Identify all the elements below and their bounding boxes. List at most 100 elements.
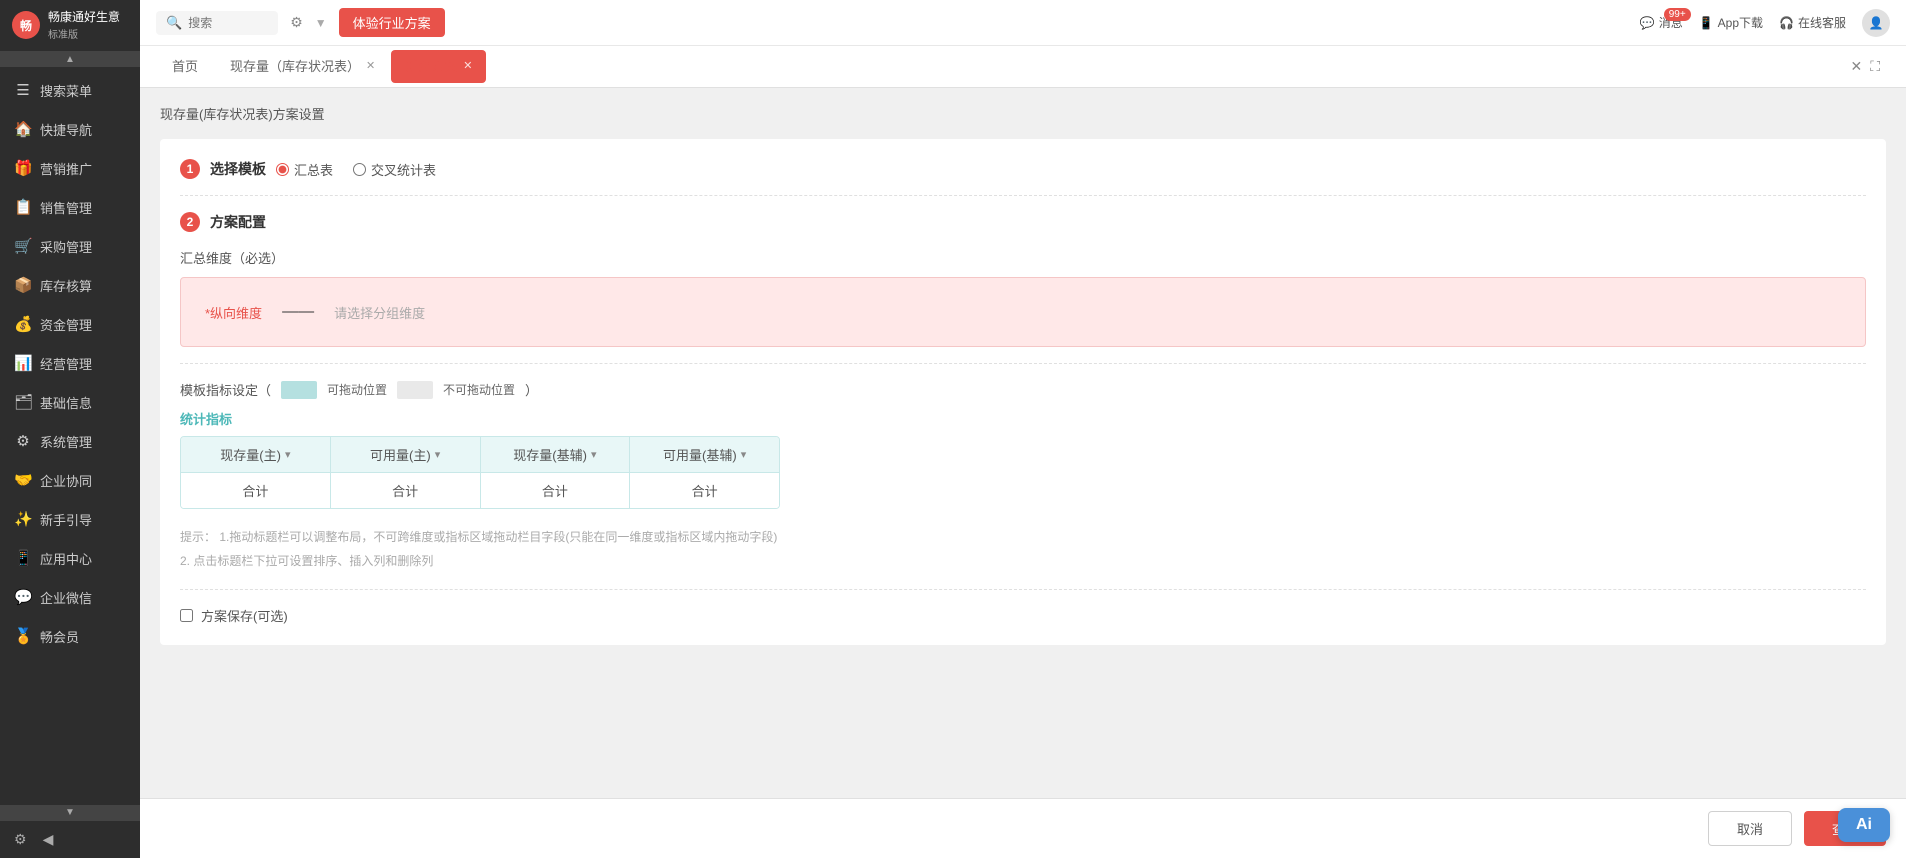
step1-title: 选择模板 — [210, 159, 266, 179]
wechat-icon: 💬 — [14, 588, 32, 606]
radio-cross-input[interactable] — [353, 163, 366, 176]
stats-col-3-label: 现存量(基辅) — [513, 445, 587, 464]
sidebar-item-label: 采购管理 — [40, 237, 92, 256]
sidebar-item-operation[interactable]: 📊 经营管理 — [0, 344, 140, 383]
stats-col-2-data: 合计 — [331, 472, 481, 508]
sidebar-item-sales[interactable]: 📋 销售管理 — [0, 188, 140, 227]
sidebar-item-cooperation[interactable]: 🤝 企业协同 — [0, 461, 140, 500]
sidebar-item-search-menu[interactable]: ☰ 搜索菜单 — [0, 71, 140, 110]
sidebar-item-label: 资金管理 — [40, 315, 92, 334]
step-divider-2 — [180, 363, 1866, 364]
phone-icon: 📱 — [1699, 16, 1714, 30]
chevron-down-icon-3: ▾ — [591, 448, 597, 461]
save-divider — [180, 589, 1866, 590]
search-icon: 🔍 — [166, 15, 182, 31]
sidebar-item-label: 企业微信 — [40, 588, 92, 607]
tab-home[interactable]: 首页 — [156, 46, 214, 87]
search-input[interactable] — [188, 16, 268, 30]
dimension-box: *纵向维度 —— 请选择分组维度 — [180, 277, 1866, 347]
tab-new-plan[interactable]: 新建方案 ✕ — [391, 50, 486, 83]
sidebar-item-label: 系统管理 — [40, 432, 92, 451]
save-checkbox[interactable] — [180, 609, 193, 622]
gear-icon[interactable]: ⚙ — [290, 14, 303, 31]
window-close-button[interactable]: ✕ — [1850, 58, 1862, 75]
logo-badge: 标准版 — [48, 26, 120, 41]
dimension-label: 汇总维度（必选） — [180, 248, 1866, 267]
no-drag-indicator — [397, 381, 433, 399]
settings-footer-icon[interactable]: ⚙ — [14, 831, 27, 848]
sales-icon: 📋 — [14, 198, 32, 216]
stats-col-2-sub: 合计 — [392, 481, 418, 500]
stats-col-4-header[interactable]: 可用量(基辅) ▾ — [630, 437, 779, 472]
step1-header: 1 选择模板 汇总表 交叉统计表 — [180, 159, 1866, 179]
dropdown-icon[interactable]: ▼ — [315, 16, 327, 30]
online-service-button[interactable]: 🎧 在线客服 — [1779, 14, 1846, 31]
stats-col-3-header[interactable]: 现存量(基辅) ▾ — [481, 437, 631, 472]
template-setting-label: 模板指标设定（ 可拖动位置 不可拖动位置 ） — [180, 380, 1866, 399]
window-expand-button[interactable]: ⛶ — [1870, 58, 1880, 75]
dimension-required-label: *纵向维度 — [205, 303, 262, 322]
tip-2: 2. 点击标题栏下拉可设置排序、插入列和删除列 — [180, 549, 1866, 573]
sidebar-item-basic-info[interactable]: 🗂 基础信息 — [0, 383, 140, 422]
settings-card: 1 选择模板 汇总表 交叉统计表 2 方案配置 — [160, 139, 1886, 645]
sidebar-nav: ☰ 搜索菜单 🏠 快捷导航 🎁 营销推广 📋 销售管理 🛒 采购管理 📦 库存核… — [0, 67, 140, 805]
step-divider-1 — [180, 195, 1866, 196]
member-icon: 🏅 — [14, 627, 32, 645]
radio-summary-input[interactable] — [276, 163, 289, 176]
sidebar-item-quick-nav[interactable]: 🏠 快捷导航 — [0, 110, 140, 149]
cancel-button[interactable]: 取消 — [1708, 811, 1792, 846]
sidebar-item-finance[interactable]: 💰 资金管理 — [0, 305, 140, 344]
sidebar-scroll-down[interactable]: ▼ — [0, 805, 140, 820]
radio-cross[interactable]: 交叉统计表 — [353, 160, 436, 179]
sidebar-item-system[interactable]: ⚙ 系统管理 — [0, 422, 140, 461]
collapse-icon[interactable]: ◀ — [43, 831, 54, 848]
stats-col-1-label: 现存量(主) — [220, 445, 281, 464]
tab-inventory[interactable]: 现存量（库存状况表） ✕ — [214, 46, 391, 87]
stats-data-row: 合计 合计 合计 合计 — [181, 472, 779, 508]
step2-header: 2 方案配置 — [180, 212, 1866, 232]
sidebar-item-label: 快捷导航 — [40, 120, 92, 139]
sidebar-scroll-up[interactable]: ▲ — [0, 52, 140, 67]
sidebar: 畅 畅康通好生意 标准版 ▲ ☰ 搜索菜单 🏠 快捷导航 🎁 营销推广 📋 销售… — [0, 0, 140, 858]
user-avatar[interactable]: 👤 — [1862, 9, 1890, 37]
money-icon: 💰 — [14, 315, 32, 333]
stats-col-1-header[interactable]: 现存量(主) ▾ — [181, 437, 331, 472]
stats-col-3-sub: 合计 — [542, 481, 568, 500]
chevron-down-icon-2: ▾ — [435, 448, 441, 461]
avatar: 👤 — [1862, 9, 1890, 37]
sidebar-item-purchase[interactable]: 🛒 采购管理 — [0, 227, 140, 266]
search-bar[interactable]: 🔍 — [156, 11, 278, 35]
sidebar-item-guide[interactable]: ✨ 新手引导 — [0, 500, 140, 539]
app-icon: 📱 — [14, 549, 32, 567]
stats-table: 现存量(主) ▾ 可用量(主) ▾ 现存量(基辅) ▾ 可用量(基辅) ▾ — [180, 436, 780, 509]
radio-summary[interactable]: 汇总表 — [276, 160, 333, 179]
industry-plan-button[interactable]: 体验行业方案 — [339, 8, 445, 37]
sidebar-item-wechat[interactable]: 💬 企业微信 — [0, 578, 140, 617]
stats-col-1-data: 合计 — [181, 472, 331, 508]
sidebar-item-inventory[interactable]: 📦 库存核算 — [0, 266, 140, 305]
message-badge: 99+ — [1664, 8, 1691, 21]
content-area: 现存量(库存状况表)方案设置 1 选择模板 汇总表 交叉统计表 — [140, 88, 1906, 798]
tab-inventory-close[interactable]: ✕ — [366, 59, 375, 72]
step1-badge: 1 — [180, 159, 200, 179]
message-button[interactable]: 💬 消息 99+ — [1640, 14, 1683, 31]
app-download-button[interactable]: 📱 App下载 — [1699, 14, 1763, 31]
sidebar-item-member[interactable]: 🏅 畅会员 — [0, 617, 140, 656]
stats-col-3-data: 合计 — [481, 472, 631, 508]
stats-col-2-header[interactable]: 可用量(主) ▾ — [331, 437, 481, 472]
topbar-actions: 💬 消息 99+ 📱 App下载 🎧 在线客服 👤 — [1640, 9, 1890, 37]
sidebar-item-marketing[interactable]: 🎁 营销推广 — [0, 149, 140, 188]
service-icon: 🎧 — [1779, 16, 1794, 30]
tab-inventory-label: 现存量（库存状况表） — [230, 56, 360, 75]
tab-new-close[interactable]: ✕ — [463, 59, 472, 72]
tab-home-label: 首页 — [172, 56, 198, 75]
template-setting-text: 模板指标设定（ — [180, 380, 271, 399]
tip-1: 提示： 1.拖动标题栏可以调整布局，不可跨维度或指标区域拖动栏目字段(只能在同一… — [180, 525, 1866, 549]
sidebar-item-app-center[interactable]: 📱 应用中心 — [0, 539, 140, 578]
sidebar-item-label: 库存核算 — [40, 276, 92, 295]
chevron-down-icon-4: ▾ — [741, 448, 747, 461]
dimension-arrow: —— — [282, 303, 314, 321]
chevron-down-icon-1: ▾ — [285, 448, 291, 461]
ai-button[interactable]: Ai — [1838, 808, 1890, 842]
tab-new-label: 新建方案 — [405, 56, 457, 75]
